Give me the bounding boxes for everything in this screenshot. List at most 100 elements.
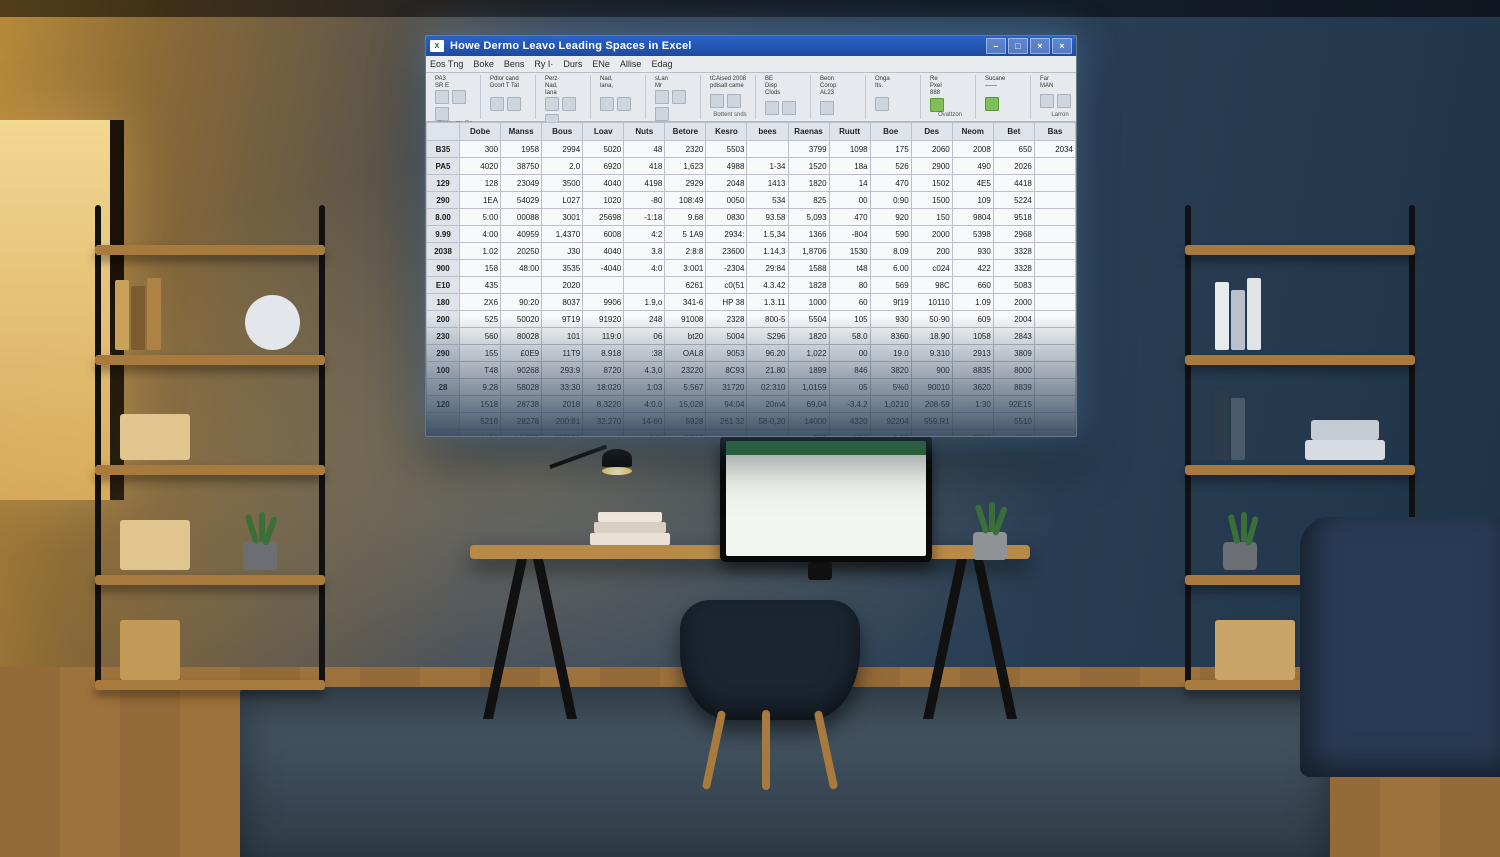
- data-cell[interactable]: 21.80: [747, 362, 788, 379]
- row-header-cell[interactable]: 28: [427, 379, 460, 396]
- data-cell[interactable]: 0050: [706, 192, 747, 209]
- data-cell[interactable]: 525: [460, 311, 501, 328]
- data-cell[interactable]: 208·59: [911, 396, 952, 413]
- ribbon-button-icon[interactable]: [655, 90, 669, 104]
- data-cell[interactable]: OAL8: [665, 345, 706, 362]
- data-cell[interactable]: 128: [460, 175, 501, 192]
- row-header-cell[interactable]: 290: [427, 192, 460, 209]
- data-cell[interactable]: 1413: [747, 175, 788, 192]
- ribbon-button-icon[interactable]: [765, 101, 779, 115]
- data-cell[interactable]: 8839: [993, 379, 1034, 396]
- ribbon-button-icon[interactable]: [782, 101, 796, 115]
- row-header-cell[interactable]: 2038: [427, 243, 460, 260]
- row-header-cell[interactable]: [427, 413, 460, 430]
- data-cell[interactable]: 2018: [542, 396, 583, 413]
- data-cell[interactable]: 2048: [706, 175, 747, 192]
- row-header-cell[interactable]: 180: [427, 294, 460, 311]
- data-cell[interactable]: 2843: [993, 328, 1034, 345]
- data-cell[interactable]: 150: [911, 209, 952, 226]
- ribbon-group[interactable]: Far MANLarron: [1035, 75, 1077, 119]
- data-cell[interactable]: 1'50: [829, 430, 870, 437]
- data-cell[interactable]: 341-6: [665, 294, 706, 311]
- ribbon-button-icon[interactable]: [930, 98, 944, 112]
- data-cell[interactable]: 19.0: [870, 345, 911, 362]
- data-cell[interactable]: 537: [788, 430, 829, 437]
- data-cell[interactable]: 93.58: [747, 209, 788, 226]
- ribbon-button-icon[interactable]: [490, 97, 504, 111]
- data-cell[interactable]: [1034, 396, 1075, 413]
- data-cell[interactable]: 930: [870, 311, 911, 328]
- data-cell[interactable]: t48: [829, 260, 870, 277]
- data-cell[interactable]: 32.270: [583, 413, 624, 430]
- data-cell[interactable]: 15,028: [665, 396, 706, 413]
- data-cell[interactable]: 58-0,20: [747, 413, 788, 430]
- ribbon-group[interactable]: Onga Its.: [870, 75, 921, 119]
- data-cell[interactable]: 1502: [911, 175, 952, 192]
- data-cell[interactable]: 846: [829, 362, 870, 379]
- data-cell[interactable]: 92204: [870, 413, 911, 430]
- ribbon-button-icon[interactable]: [507, 97, 521, 111]
- data-cell[interactable]: 8360: [870, 328, 911, 345]
- data-cell[interactable]: 4728: [993, 430, 1034, 437]
- data-cell[interactable]: [1034, 379, 1075, 396]
- table-row[interactable]: 289.285802833:3018:0201:035:5673172002:3…: [427, 379, 1076, 396]
- data-cell[interactable]: 105: [829, 311, 870, 328]
- data-cell[interactable]: 14-60: [624, 413, 665, 430]
- data-cell[interactable]: 920: [870, 209, 911, 226]
- row-header-cell[interactable]: PA5: [427, 158, 460, 175]
- table-row[interactable]: 1291282304935004040419829292048141318201…: [427, 175, 1076, 192]
- data-cell[interactable]: 96.20: [747, 345, 788, 362]
- data-cell[interactable]: 90268: [501, 362, 542, 379]
- data-cell[interactable]: 4320: [829, 413, 870, 430]
- row-header-cell[interactable]: 9.99: [427, 226, 460, 243]
- table-row[interactable]: 8.005:0000088300125698-1:189.68083093.58…: [427, 209, 1076, 226]
- data-cell[interactable]: 1098: [829, 141, 870, 158]
- data-cell[interactable]: 6920: [583, 158, 624, 175]
- data-cell[interactable]: 4988: [706, 158, 747, 175]
- data-cell[interactable]: [1034, 277, 1075, 294]
- menu-item[interactable]: Boke: [473, 59, 494, 69]
- data-cell[interactable]: c024: [911, 260, 952, 277]
- spreadsheet-grid[interactable]: DobeManssBousLoavNutsBetoreKesrobeesRaen…: [426, 122, 1076, 436]
- data-cell[interactable]: J30: [542, 243, 583, 260]
- data-cell[interactable]: 3001: [542, 209, 583, 226]
- data-cell[interactable]: 2004: [993, 311, 1034, 328]
- data-cell[interactable]: 1,022: [788, 345, 829, 362]
- data-cell[interactable]: 1366: [788, 226, 829, 243]
- data-cell[interactable]: 4198: [624, 175, 665, 192]
- ribbon-button-icon[interactable]: [452, 90, 466, 104]
- data-cell[interactable]: bt20: [665, 328, 706, 345]
- data-cell[interactable]: [1034, 260, 1075, 277]
- row-header-cell[interactable]: 900: [427, 260, 460, 277]
- data-cell[interactable]: 9:23: [870, 430, 911, 437]
- data-cell[interactable]: 5709: [952, 430, 993, 437]
- data-cell[interactable]: 3.8: [624, 243, 665, 260]
- data-cell[interactable]: [1034, 175, 1075, 192]
- table-row[interactable]: 100T4890268293:987204.3,0232208C9321.801…: [427, 362, 1076, 379]
- data-cell[interactable]: 5 1A9: [665, 226, 706, 243]
- data-cell[interactable]: 54029: [501, 192, 542, 209]
- data-cell[interactable]: [1034, 328, 1075, 345]
- menu-bar[interactable]: Eos TngBokeBensRy I·DursENeAlliseEdag: [426, 56, 1076, 73]
- data-cell[interactable]: [1034, 158, 1075, 175]
- menu-item[interactable]: Bens: [504, 59, 525, 69]
- data-cell[interactable]: 559.R1: [911, 413, 952, 430]
- data-cell[interactable]: 5224: [993, 192, 1034, 209]
- data-cell[interactable]: 28278: [501, 413, 542, 430]
- data-cell[interactable]: :38: [624, 345, 665, 362]
- data-cell[interactable]: 60: [829, 294, 870, 311]
- data-cell[interactable]: 422: [952, 260, 993, 277]
- data-cell[interactable]: 90:20: [501, 294, 542, 311]
- data-cell[interactable]: 1,8706: [788, 243, 829, 260]
- column-header[interactable]: Boe: [870, 123, 911, 141]
- data-cell[interactable]: 800-5: [747, 311, 788, 328]
- data-cell[interactable]: 02:310: [747, 379, 788, 396]
- data-cell[interactable]: 1518: [460, 396, 501, 413]
- data-cell[interactable]: 8037: [542, 294, 583, 311]
- data-cell[interactable]: 20m4: [747, 396, 788, 413]
- data-cell[interactable]: 40959: [501, 226, 542, 243]
- table-row[interactable]: 20381.0220250J3040403.82:8:8236001.14,31…: [427, 243, 1076, 260]
- data-cell[interactable]: 5216: [460, 413, 501, 430]
- column-header[interactable]: Bous: [542, 123, 583, 141]
- data-cell[interactable]: 3809: [993, 345, 1034, 362]
